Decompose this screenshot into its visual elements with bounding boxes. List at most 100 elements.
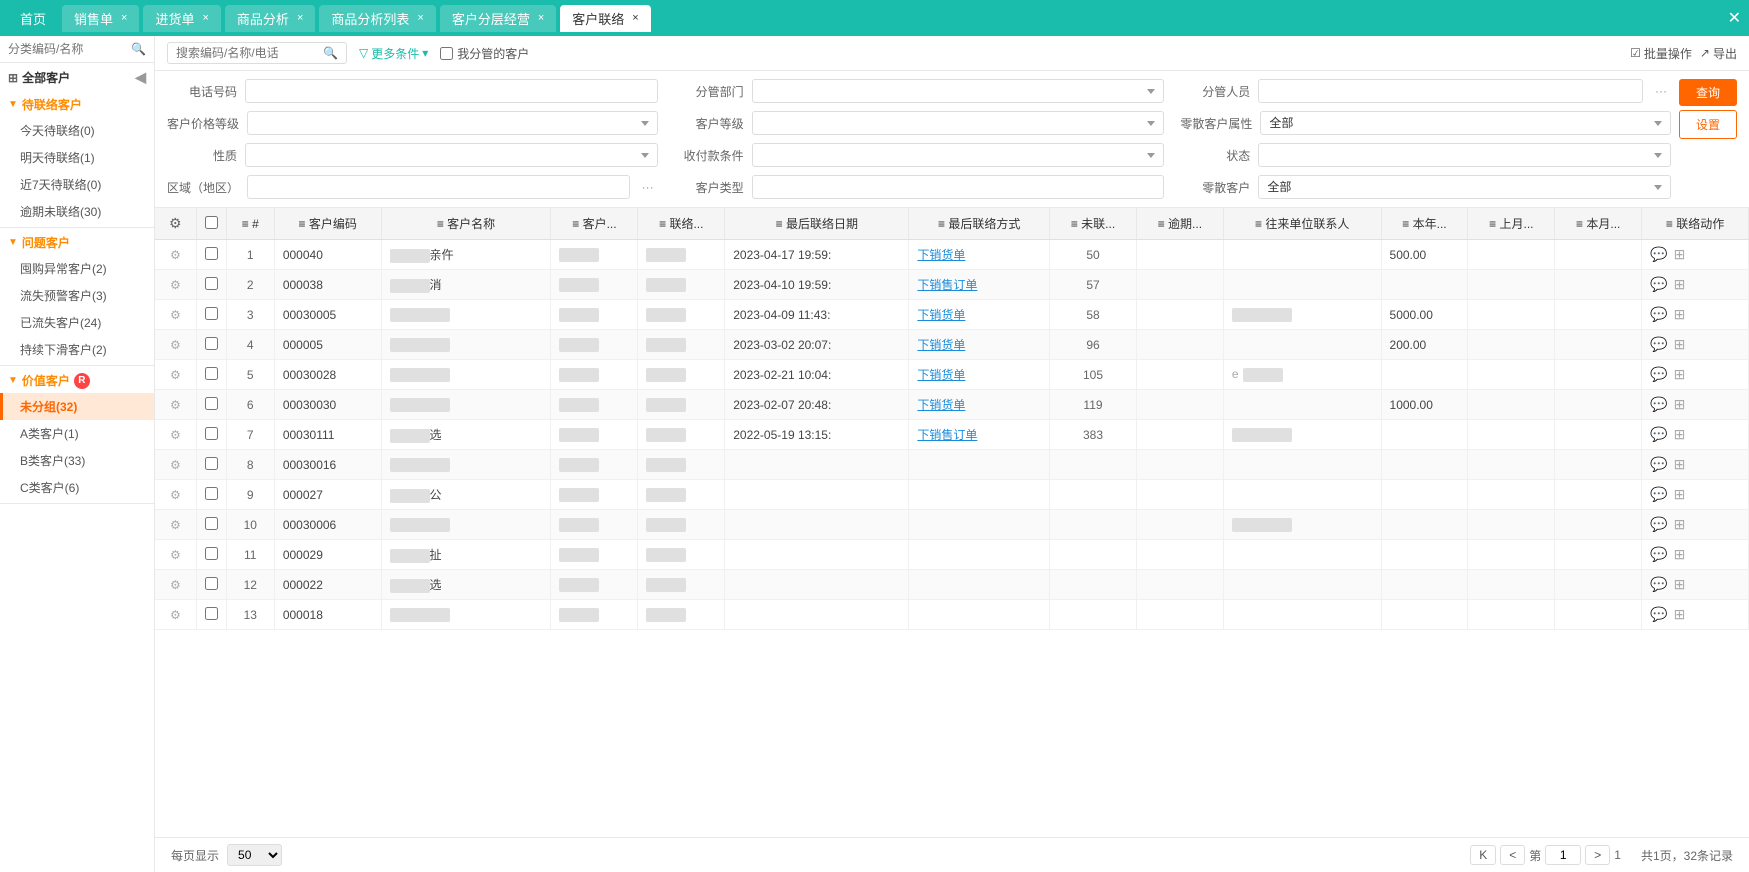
grid-action-icon[interactable]: ⊞ <box>1674 486 1686 503</box>
payment-select[interactable] <box>752 143 1165 167</box>
sidebar-item-b-class[interactable]: B类客户(33) <box>0 447 154 474</box>
chat-icon[interactable]: 💬 <box>1650 606 1667 623</box>
row-check[interactable] <box>205 547 218 560</box>
tab-close-product-list[interactable]: × <box>417 12 423 24</box>
row-last-contact-method[interactable]: 下销售订单 <box>909 420 1050 450</box>
tab-close-purchase[interactable]: × <box>202 12 208 24</box>
tab-product-analysis[interactable]: 商品分析× <box>225 5 315 32</box>
row-settings[interactable]: ⚙ <box>155 330 196 360</box>
region-input[interactable] <box>247 175 630 199</box>
status-select[interactable] <box>1258 143 1671 167</box>
row-settings[interactable]: ⚙ <box>155 450 196 480</box>
row-settings-icon[interactable]: ⚙ <box>170 338 181 352</box>
row-settings[interactable]: ⚙ <box>155 390 196 420</box>
grid-action-icon[interactable]: ⊞ <box>1674 336 1686 353</box>
select-all-checkbox[interactable] <box>205 216 218 229</box>
row-check[interactable] <box>205 487 218 500</box>
chat-icon[interactable]: 💬 <box>1650 366 1667 383</box>
row-last-contact-method[interactable]: 下销货单 <box>909 360 1050 390</box>
dept-select[interactable] <box>752 79 1165 103</box>
row-settings-icon[interactable]: ⚙ <box>170 458 181 472</box>
row-checkbox[interactable] <box>196 540 226 570</box>
grid-action-icon[interactable]: ⊞ <box>1674 516 1686 533</box>
row-settings[interactable]: ⚙ <box>155 480 196 510</box>
sidebar-item-churn-risk[interactable]: 流失预警客户(3) <box>0 282 154 309</box>
page-number-input[interactable] <box>1545 845 1581 865</box>
sidebar-section-pending[interactable]: ▼待联络客户 <box>0 92 154 117</box>
row-check[interactable] <box>205 457 218 470</box>
tab-product-list[interactable]: 商品分析列表× <box>319 5 435 32</box>
sidebar-search-icon[interactable]: 🔍 <box>131 42 146 56</box>
row-action[interactable]: 💬 ⊞ <box>1642 360 1749 390</box>
row-settings-icon[interactable]: ⚙ <box>170 518 181 532</box>
row-checkbox[interactable] <box>196 570 226 600</box>
sidebar-collapse-icon[interactable]: ◀ <box>135 69 146 86</box>
manager-input[interactable] <box>1258 79 1643 103</box>
chat-icon[interactable]: 💬 <box>1650 546 1667 563</box>
row-settings[interactable]: ⚙ <box>155 540 196 570</box>
nature-select[interactable] <box>245 143 658 167</box>
row-settings[interactable]: ⚙ <box>155 240 196 270</box>
row-action[interactable]: 💬 ⊞ <box>1642 300 1749 330</box>
page-size-select[interactable]: 50 100 <box>227 844 282 866</box>
row-check[interactable] <box>205 427 218 440</box>
row-action[interactable]: 💬 ⊞ <box>1642 510 1749 540</box>
row-check[interactable] <box>205 307 218 320</box>
my-customers-check[interactable] <box>440 47 453 60</box>
row-settings[interactable]: ⚙ <box>155 420 196 450</box>
chat-icon[interactable]: 💬 <box>1650 516 1667 533</box>
sidebar-item-tomorrow[interactable]: 明天待联络(1) <box>0 144 154 171</box>
grid-action-icon[interactable]: ⊞ <box>1674 456 1686 473</box>
row-check[interactable] <box>205 577 218 590</box>
chat-icon[interactable]: 💬 <box>1650 336 1667 353</box>
row-settings-icon[interactable]: ⚙ <box>170 398 181 412</box>
row-check[interactable] <box>205 367 218 380</box>
row-last-contact-method[interactable]: 下销货单 <box>909 390 1050 420</box>
tab-purchase[interactable]: 进货单× <box>143 5 220 32</box>
row-checkbox[interactable] <box>196 480 226 510</box>
sidebar-item-c-class[interactable]: C类客户(6) <box>0 474 154 501</box>
more-conditions-btn[interactable]: ▽ 更多条件 ▾ <box>359 45 428 62</box>
tab-close-product-analysis[interactable]: × <box>297 12 303 24</box>
row-checkbox[interactable] <box>196 300 226 330</box>
retail-attr-select[interactable]: 全部 <box>1260 111 1671 135</box>
window-close-icon[interactable]: ✕ <box>1728 8 1741 28</box>
region-more-icon[interactable]: ··· <box>638 180 658 194</box>
sidebar-section-problem[interactable]: ▼问题客户 <box>0 230 154 255</box>
row-check[interactable] <box>205 517 218 530</box>
row-action[interactable]: 💬 ⊞ <box>1642 600 1749 630</box>
row-action[interactable]: 💬 ⊞ <box>1642 540 1749 570</box>
row-settings[interactable]: ⚙ <box>155 270 196 300</box>
grid-action-icon[interactable]: ⊞ <box>1674 306 1686 323</box>
row-settings[interactable]: ⚙ <box>155 600 196 630</box>
grid-action-icon[interactable]: ⊞ <box>1674 396 1686 413</box>
prev-page-btn[interactable]: < <box>1500 845 1525 865</box>
tab-customer-segment[interactable]: 客户分层经营× <box>440 5 556 32</box>
row-checkbox[interactable] <box>196 270 226 300</box>
sidebar-item-declining[interactable]: 持续下滑客户(2) <box>0 336 154 363</box>
row-checkbox[interactable] <box>196 450 226 480</box>
sidebar-item-lost[interactable]: 已流失客户(24) <box>0 309 154 336</box>
my-customers-checkbox[interactable]: 我分管的客户 <box>440 45 529 62</box>
row-settings-icon[interactable]: ⚙ <box>170 428 181 442</box>
tab-home[interactable]: 首页 <box>8 5 58 32</box>
row-settings-icon[interactable]: ⚙ <box>170 608 181 622</box>
price-level-select[interactable] <box>247 111 658 135</box>
row-last-contact-method[interactable]: 下销货单 <box>909 330 1050 360</box>
row-check[interactable] <box>205 337 218 350</box>
row-action[interactable]: 💬 ⊞ <box>1642 390 1749 420</box>
chat-icon[interactable]: 💬 <box>1650 246 1667 263</box>
row-settings[interactable]: ⚙ <box>155 300 196 330</box>
grid-action-icon[interactable]: ⊞ <box>1674 366 1686 383</box>
row-checkbox[interactable] <box>196 420 226 450</box>
retail-select[interactable]: 全部 <box>1258 175 1671 199</box>
tab-close-customer-segment[interactable]: × <box>538 12 544 24</box>
grid-action-icon[interactable]: ⊞ <box>1674 606 1686 623</box>
grid-action-icon[interactable]: ⊞ <box>1674 546 1686 563</box>
chat-icon[interactable]: 💬 <box>1650 456 1667 473</box>
row-last-contact-method[interactable]: 下销货单 <box>909 300 1050 330</box>
sidebar-section-value[interactable]: ▼价值客户 R <box>0 368 154 393</box>
next-page-btn[interactable]: > <box>1585 845 1610 865</box>
reset-button[interactable]: 设置 <box>1679 110 1737 139</box>
sidebar-item-today[interactable]: 今天待联络(0) <box>0 117 154 144</box>
